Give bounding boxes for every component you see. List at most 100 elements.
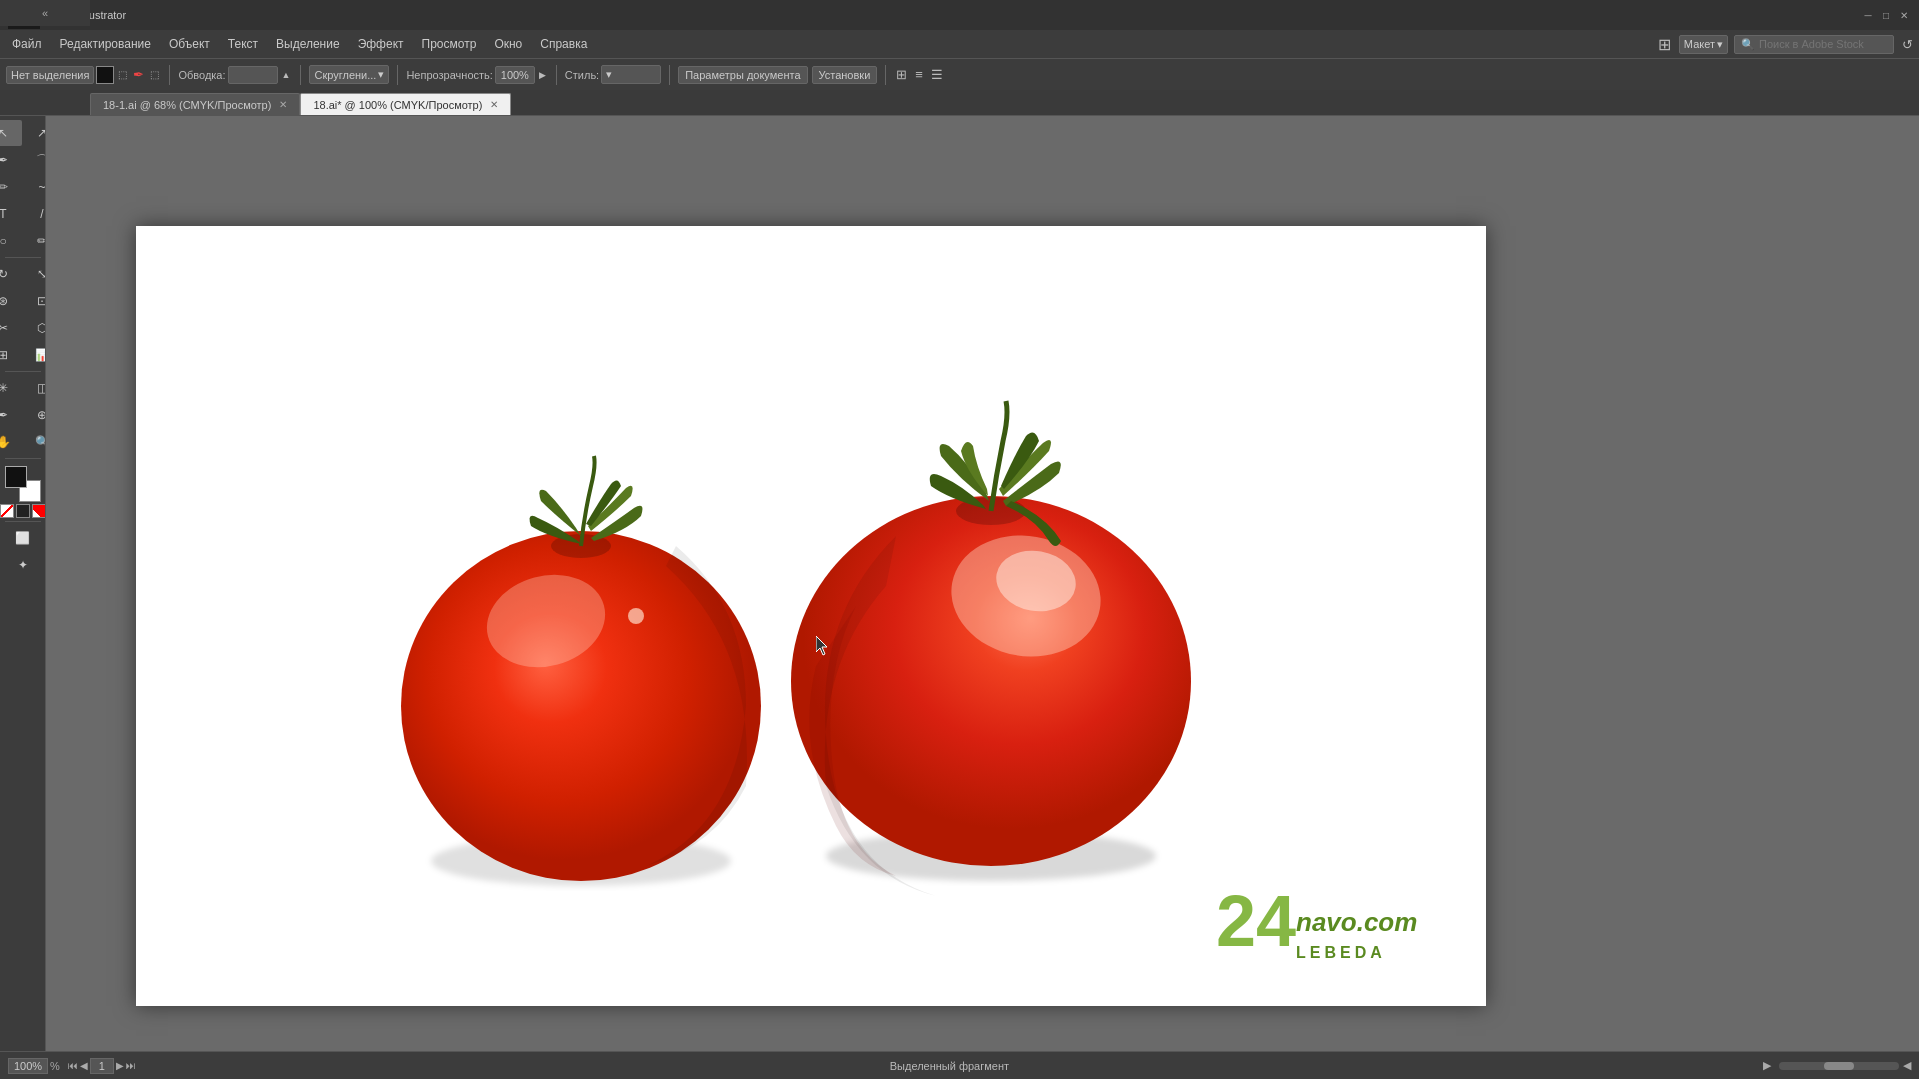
style-dropdown[interactable]: ▾ [601, 65, 661, 84]
none-swatch[interactable] [0, 504, 14, 518]
pen-tool[interactable]: ✒ [0, 147, 22, 173]
fill-options-icon[interactable]: ⬚ [116, 67, 129, 82]
graph-tool[interactable]: 📊 [23, 342, 46, 368]
search-icon: 🔍 [1741, 38, 1755, 51]
selection-label: Нет выделения [11, 69, 89, 81]
adobe-stock-search[interactable]: 🔍 [1734, 35, 1894, 54]
fg-bg-color-selector[interactable] [5, 466, 41, 502]
title-bar: Ai Adobe Illustrator ─ □ ✕ [0, 0, 1919, 30]
stroke-input[interactable] [228, 66, 278, 84]
align-icon[interactable]: ≡ [913, 65, 925, 84]
menu-effect[interactable]: Эффект [350, 33, 412, 55]
menu-view[interactable]: Просмотр [414, 33, 485, 55]
page-next-button[interactable]: ▶ [116, 1060, 124, 1071]
fill-color-box[interactable] [96, 66, 114, 84]
menu-help[interactable]: Справка [532, 33, 595, 55]
svg-point-3 [628, 608, 644, 624]
symbol-tool[interactable]: ✦ [4, 552, 42, 578]
arrange-icon[interactable]: ⊞ [894, 65, 909, 84]
page-last-button[interactable]: ⏭ [126, 1060, 136, 1071]
hand-tool[interactable]: ✋ [0, 429, 22, 455]
curvature-tool[interactable]: ⌒ [23, 147, 46, 173]
direct-select-tool[interactable]: ↗ [23, 120, 46, 146]
svg-text:2: 2 [1216, 881, 1256, 961]
svg-text:4: 4 [1256, 881, 1296, 961]
color-area [0, 466, 46, 518]
red-swatch[interactable] [32, 504, 46, 518]
menu-file[interactable]: Файл [4, 33, 50, 55]
gradient-tool[interactable]: ◫ [23, 375, 46, 401]
panel-collapse-icon[interactable]: « [42, 7, 48, 19]
maximize-button[interactable]: □ [1879, 8, 1893, 22]
page-first-button[interactable]: ⏮ [68, 1060, 78, 1071]
page-prev-button[interactable]: ◀ [80, 1060, 88, 1071]
tool-sep-4 [5, 521, 41, 522]
svg-text:navo.com: navo.com [1296, 907, 1417, 937]
artboard[interactable]: 2 4 navo.com LEBEDA [136, 226, 1486, 1006]
tab-file1-close[interactable]: ✕ [279, 99, 287, 110]
close-button[interactable]: ✕ [1897, 8, 1911, 22]
stroke-label: Обводка: [178, 69, 225, 81]
view-options-icon[interactable]: ☰ [929, 65, 945, 84]
settings-button[interactable]: Установки [812, 66, 878, 84]
blend-tool[interactable]: ⊕ [23, 402, 46, 428]
scale-tool[interactable]: ⤡ [23, 261, 46, 287]
zoom-input[interactable] [8, 1058, 48, 1074]
stroke-pen-icon[interactable]: ✒ [131, 65, 146, 84]
stroke-up-icon[interactable]: ▲ [280, 68, 293, 82]
opacity-input[interactable] [495, 66, 535, 84]
mesh-tool[interactable]: ✳ [0, 375, 22, 401]
menu-edit[interactable]: Редактирование [52, 33, 159, 55]
tomatoes-illustration: 2 4 navo.com LEBEDA [136, 226, 1486, 1006]
tab-bar: « 18-1.ai @ 68% (CMYK/Просмотр) ✕ 18.ai*… [0, 90, 1919, 116]
tab-file2-label: 18.ai* @ 100% (CMYK/Просмотр) [313, 99, 482, 111]
free-transform-tool[interactable]: ⊡ [23, 288, 46, 314]
select-tool[interactable]: ↖ [0, 120, 22, 146]
status-arrow-icon[interactable]: ▶ [1763, 1059, 1771, 1072]
live-paint-tool[interactable]: ⬡ [23, 315, 46, 341]
menu-text[interactable]: Текст [220, 33, 266, 55]
zoom-tool[interactable]: 🔍 [23, 429, 46, 455]
opacity-arrow-icon[interactable]: ▶ [537, 68, 548, 82]
rotate-tool[interactable]: ↻ [0, 261, 22, 287]
black-swatch[interactable] [16, 504, 30, 518]
shape-builder-tool[interactable]: ✂ [0, 315, 22, 341]
corner-style-dropdown[interactable]: Скруглени... ▾ [309, 65, 389, 84]
type-tool[interactable]: T [0, 201, 22, 227]
tab-file2[interactable]: 18.ai* @ 100% (CMYK/Просмотр) ✕ [300, 93, 511, 115]
libraries-icon[interactable]: ⊞ [1656, 33, 1673, 56]
tab-file2-close[interactable]: ✕ [490, 99, 498, 110]
color-swatches [0, 504, 46, 518]
tool-sep-3 [5, 458, 41, 459]
canvas-area[interactable]: 2 4 navo.com LEBEDA [46, 116, 1919, 1051]
artboard-tool[interactable]: ⬜ [4, 525, 42, 551]
menu-object[interactable]: Объект [161, 33, 218, 55]
scroll-thumb[interactable] [1824, 1062, 1854, 1070]
selection-dropdown[interactable]: Нет выделения [6, 66, 94, 84]
separator-6 [885, 65, 886, 85]
minimize-button[interactable]: ─ [1861, 8, 1875, 22]
line-tool[interactable]: / [23, 201, 46, 227]
scroll-right-icon[interactable]: ◀ [1903, 1059, 1911, 1072]
separator-4 [556, 65, 557, 85]
eyedropper-tool[interactable]: ✒ [0, 402, 22, 428]
sync-icon[interactable]: ↺ [1900, 35, 1915, 54]
page-number-input[interactable] [90, 1058, 114, 1074]
maket-dropdown[interactable]: Макет ▾ [1679, 35, 1728, 54]
perspective-tool[interactable]: ⊞ [0, 342, 22, 368]
fg-color-box[interactable] [5, 466, 27, 488]
corner-chevron-icon: ▾ [378, 68, 384, 81]
warp-tool[interactable]: ⊛ [0, 288, 22, 314]
stroke-options-icon[interactable]: ⬚ [148, 67, 161, 82]
pencil-tool[interactable]: ✏ [0, 174, 22, 200]
doc-params-button[interactable]: Параметры документа [678, 66, 807, 84]
ellipse-tool[interactable]: ○ [0, 228, 22, 254]
scroll-bar[interactable] [1779, 1062, 1899, 1070]
smooth-tool[interactable]: ~ [23, 174, 46, 200]
paintbrush-tool[interactable]: ✏ [23, 228, 46, 254]
adobe-stock-search-input[interactable] [1759, 38, 1889, 50]
menu-select[interactable]: Выделение [268, 33, 348, 55]
menu-window[interactable]: Окно [486, 33, 530, 55]
maket-label: Макет [1684, 38, 1715, 50]
tab-file1[interactable]: 18-1.ai @ 68% (CMYK/Просмотр) ✕ [90, 93, 300, 115]
